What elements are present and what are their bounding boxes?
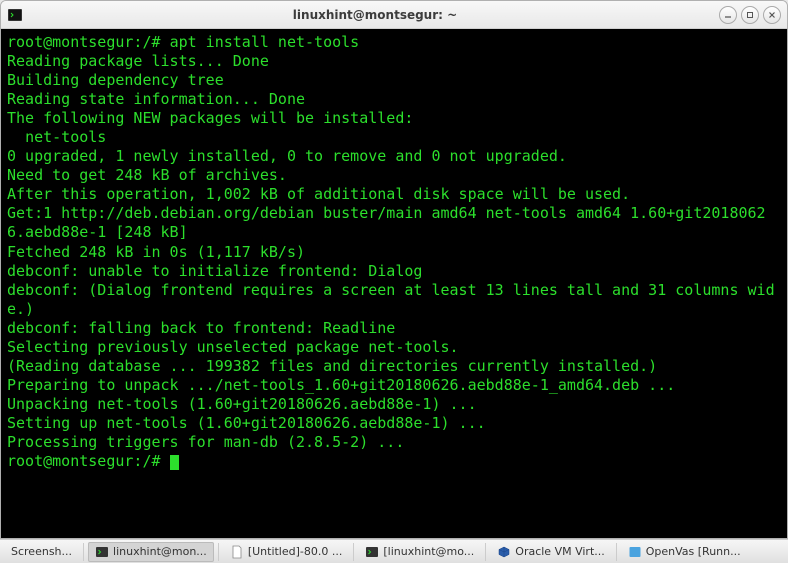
terminal-line: Need to get 248 kB of archives. xyxy=(7,166,781,185)
close-button[interactable] xyxy=(763,6,781,24)
prompt: root@montsegur:/# xyxy=(7,452,161,470)
terminal-line: After this operation, 1,002 kB of additi… xyxy=(7,185,781,204)
terminal-line: (Reading database ... 199382 files and d… xyxy=(7,357,781,376)
taskbar: Screensh... linuxhint@mon... [Untitled]-… xyxy=(0,539,788,563)
terminal-line: Setting up net-tools (1.60+git20180626.a… xyxy=(7,414,781,433)
terminal-line: net-tools xyxy=(7,128,781,147)
taskbar-separator xyxy=(485,543,486,561)
taskbar-separator xyxy=(616,543,617,561)
terminal-line: debconf: (Dialog frontend requires a scr… xyxy=(7,281,781,319)
terminal-line: root@montsegur:/# xyxy=(7,452,781,471)
document-icon xyxy=(230,545,244,559)
taskbar-separator xyxy=(218,543,219,561)
terminal-icon xyxy=(95,545,109,559)
window-controls xyxy=(719,6,781,24)
terminal-content[interactable]: root@montsegur:/# apt install net-tools … xyxy=(1,29,787,538)
taskbar-item-openvas[interactable]: OpenVas [Runn... xyxy=(621,542,748,562)
terminal-line: The following NEW packages will be insta… xyxy=(7,109,781,128)
terminal-app-icon xyxy=(7,7,23,23)
taskbar-item-screenshot[interactable]: Screensh... xyxy=(4,542,79,562)
taskbar-separator xyxy=(353,543,354,561)
taskbar-item-label: OpenVas [Runn... xyxy=(646,545,741,558)
taskbar-item-label: Screensh... xyxy=(11,545,72,558)
titlebar: linuxhint@montsegur: ~ xyxy=(1,1,787,29)
terminal-line: Processing triggers for man-db (2.8.5-2)… xyxy=(7,433,781,452)
terminal-window: linuxhint@montsegur: ~ root@montsegur:/#… xyxy=(0,0,788,539)
taskbar-separator xyxy=(83,543,84,561)
taskbar-item-label: [linuxhint@mo... xyxy=(383,545,474,558)
terminal-line: 0 upgraded, 1 newly installed, 0 to remo… xyxy=(7,147,781,166)
terminal-line: debconf: unable to initialize frontend: … xyxy=(7,262,781,281)
maximize-button[interactable] xyxy=(741,6,759,24)
terminal-icon xyxy=(365,545,379,559)
command-text: apt install net-tools xyxy=(170,33,360,51)
terminal-line: Reading package lists... Done xyxy=(7,52,781,71)
terminal-line: Selecting previously unselected package … xyxy=(7,338,781,357)
taskbar-item-virtualbox[interactable]: Oracle VM Virt... xyxy=(490,542,611,562)
terminal-line: debconf: falling back to frontend: Readl… xyxy=(7,319,781,338)
minimize-button[interactable] xyxy=(719,6,737,24)
prompt: root@montsegur:/# xyxy=(7,33,170,51)
terminal-line: Building dependency tree xyxy=(7,71,781,90)
terminal-line: Preparing to unpack .../net-tools_1.60+g… xyxy=(7,376,781,395)
terminal-line: Fetched 248 kB in 0s (1,117 kB/s) xyxy=(7,243,781,262)
taskbar-item-terminal2[interactable]: [linuxhint@mo... xyxy=(358,542,481,562)
terminal-line: Reading state information... Done xyxy=(7,90,781,109)
terminal-line: Get:1 http://deb.debian.org/debian buste… xyxy=(7,204,781,242)
taskbar-item-untitled[interactable]: [Untitled]-80.0 ... xyxy=(223,542,350,562)
window-title: linuxhint@montsegur: ~ xyxy=(31,8,719,22)
cursor-icon xyxy=(170,455,179,470)
taskbar-item-label: [Untitled]-80.0 ... xyxy=(248,545,343,558)
cube-icon xyxy=(497,545,511,559)
taskbar-item-label: Oracle VM Virt... xyxy=(515,545,604,558)
terminal-line: Unpacking net-tools (1.60+git20180626.ae… xyxy=(7,395,781,414)
terminal-line: root@montsegur:/# apt install net-tools xyxy=(7,33,781,52)
app-icon xyxy=(628,545,642,559)
taskbar-item-terminal[interactable]: linuxhint@mon... xyxy=(88,542,214,562)
taskbar-item-label: linuxhint@mon... xyxy=(113,545,207,558)
